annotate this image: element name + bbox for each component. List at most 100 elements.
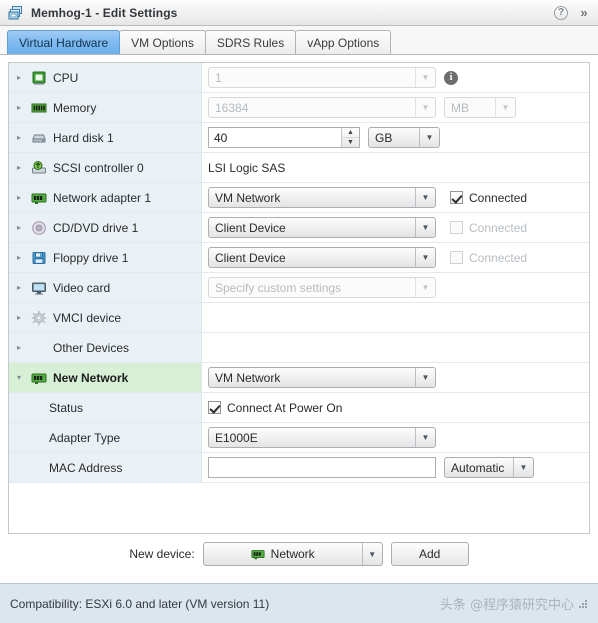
controller-type-text: LSI Logic SAS bbox=[208, 160, 286, 175]
device-label: SCSI controller 0 bbox=[53, 160, 144, 175]
stepper-up-icon[interactable]: ▲ bbox=[342, 128, 359, 138]
chevron-down-icon: ▼ bbox=[415, 68, 435, 87]
mac-address-input[interactable] bbox=[208, 457, 436, 478]
checkbox-box bbox=[450, 251, 463, 264]
table-row[interactable]: ▾ New Network VM Network ▼ bbox=[9, 363, 589, 393]
tab-vm-options[interactable]: VM Options bbox=[119, 30, 206, 54]
chevron-right-icon[interactable]: ▸ bbox=[17, 223, 29, 233]
table-row[interactable]: ▸ Network adapter 1 VM Network ▼ Connected bbox=[9, 183, 589, 213]
device-select[interactable]: VM Network ▼ bbox=[208, 187, 436, 208]
table-row[interactable]: ▸ CPU 1 ▼ i bbox=[9, 63, 589, 93]
table-row[interactable]: ▸ Memory 16384 ▼ MB ▼ bbox=[9, 93, 589, 123]
device-value-cell: 16384 ▼ MB ▼ bbox=[202, 93, 589, 122]
disk-size-value[interactable]: 40 bbox=[209, 128, 341, 147]
table-row[interactable]: Status Connect At Power On bbox=[9, 393, 589, 423]
connect-at-power-on-checkbox[interactable]: Connect At Power On bbox=[208, 401, 342, 415]
device-label-cell: ▸ Memory bbox=[9, 93, 202, 122]
add-device-button[interactable]: Add bbox=[390, 542, 469, 566]
chevron-down-icon[interactable]: ▼ bbox=[513, 458, 533, 477]
device-label-cell: ▸ SCSI controller 0 bbox=[9, 153, 202, 182]
chevron-right-icon[interactable]: ▸ bbox=[17, 253, 29, 263]
device-label: CPU bbox=[53, 70, 79, 85]
chevron-right-icon[interactable]: ▸ bbox=[17, 193, 29, 203]
device-label-cell: ▸ Video card bbox=[9, 273, 202, 302]
table-row[interactable]: ▸ Other Devices bbox=[9, 333, 589, 363]
checkbox-box[interactable] bbox=[450, 191, 463, 204]
device-label: VMCI device bbox=[53, 310, 122, 325]
device-select-value: 16384 bbox=[215, 100, 249, 115]
info-icon[interactable]: i bbox=[444, 70, 458, 85]
table-row[interactable]: ▸ VMCI device bbox=[9, 303, 589, 333]
device-select-value: VM Network bbox=[215, 190, 281, 205]
device-select[interactable]: E1000E ▼ bbox=[208, 427, 436, 448]
table-row[interactable]: Adapter Type E1000E ▼ bbox=[9, 423, 589, 453]
double-chevron-right-icon: » bbox=[580, 5, 588, 20]
chevron-down-icon[interactable]: ▼ bbox=[415, 428, 435, 447]
chevron-down-icon[interactable]: ▼ bbox=[415, 188, 435, 207]
cddvd-icon bbox=[32, 220, 46, 235]
device-label: MAC Address bbox=[49, 460, 123, 475]
device-select-value: 1 bbox=[215, 70, 222, 85]
device-value-cell: VM Network ▼ Connected bbox=[202, 183, 589, 212]
device-value-cell: Connect At Power On bbox=[202, 393, 589, 422]
device-label: New Network bbox=[53, 370, 129, 385]
chevron-right-icon[interactable]: ▸ bbox=[17, 163, 29, 173]
chevron-down-icon[interactable]: ▼ bbox=[415, 248, 435, 267]
chevron-down-icon[interactable]: ▾ bbox=[17, 373, 29, 383]
device-value-cell: E1000E ▼ bbox=[202, 423, 589, 452]
device-list: ▸ CPU 1 ▼ i ▸ Memory 16384 ▼ MB ▼ ▸ Hard disk 1 40 ▲ ▼ G… bbox=[9, 63, 589, 483]
device-select[interactable]: VM Network ▼ bbox=[208, 367, 436, 388]
device-value-cell: Automatic ▼ bbox=[202, 453, 589, 482]
stepper-down-icon[interactable]: ▼ bbox=[342, 138, 359, 148]
tab-vapp-options[interactable]: vApp Options bbox=[295, 30, 392, 54]
device-label: Other Devices bbox=[53, 340, 130, 355]
device-value-cell: LSI Logic SAS bbox=[202, 153, 589, 182]
unit-select[interactable]: GB ▼ bbox=[368, 127, 440, 148]
device-label-cell: ▸ Hard disk 1 bbox=[9, 123, 202, 152]
chevron-down-icon[interactable]: ▼ bbox=[415, 218, 435, 237]
chevron-right-icon[interactable]: ▸ bbox=[17, 313, 29, 323]
virtual-machine-icon bbox=[8, 5, 22, 19]
device-select: 1 ▼ bbox=[208, 67, 436, 88]
table-row[interactable]: ▸ Floppy drive 1 Client Device ▼ Connected bbox=[9, 243, 589, 273]
chevron-right-icon[interactable]: ▸ bbox=[17, 133, 29, 143]
chevron-right-icon[interactable]: ▸ bbox=[17, 103, 29, 113]
table-row[interactable]: ▸ SCSI controller 0 LSI Logic SAS bbox=[9, 153, 589, 183]
new-device-select[interactable]: Network ▼ bbox=[202, 542, 383, 566]
table-row[interactable]: MAC Address Automatic ▼ bbox=[9, 453, 589, 483]
disk-size-stepper[interactable]: 40 ▲ ▼ bbox=[208, 127, 360, 148]
resize-grip[interactable] bbox=[578, 599, 588, 609]
cpu-icon bbox=[32, 71, 46, 85]
stepper-buttons[interactable]: ▲ ▼ bbox=[341, 128, 359, 147]
device-select-value: Client Device bbox=[215, 220, 286, 235]
chevron-down-icon[interactable]: ▼ bbox=[419, 128, 439, 147]
table-row[interactable]: ▸ Hard disk 1 40 ▲ ▼ GB ▼ bbox=[9, 123, 589, 153]
tab-virtual-hardware[interactable]: Virtual Hardware bbox=[7, 30, 121, 54]
chevron-right-icon[interactable]: ▸ bbox=[17, 343, 29, 353]
status-bar: Compatibility: ESXi 6.0 and later (VM ve… bbox=[0, 583, 598, 623]
mac-mode-select-value: Automatic bbox=[451, 460, 505, 475]
device-select[interactable]: Client Device ▼ bbox=[208, 217, 436, 238]
device-select: Specify custom settings ▼ bbox=[208, 277, 436, 298]
expand-button[interactable]: » bbox=[576, 5, 592, 21]
device-value-cell bbox=[202, 333, 589, 362]
connected-checkbox[interactable]: Connected bbox=[450, 191, 527, 205]
device-value-cell: Specify custom settings ▼ bbox=[202, 273, 589, 302]
chevron-down-icon[interactable]: ▼ bbox=[415, 368, 435, 387]
table-row[interactable]: ▸ CD/DVD drive 1 Client Device ▼ Connected bbox=[9, 213, 589, 243]
chevron-right-icon[interactable]: ▸ bbox=[17, 283, 29, 293]
device-select[interactable]: Client Device ▼ bbox=[208, 247, 436, 268]
tab-sdrs-rules[interactable]: SDRS Rules bbox=[204, 30, 297, 54]
harddisk-icon bbox=[32, 134, 46, 142]
device-select-value: Client Device bbox=[215, 250, 286, 265]
table-row[interactable]: ▸ Video card Specify custom settings ▼ bbox=[9, 273, 589, 303]
chevron-right-icon[interactable]: ▸ bbox=[17, 73, 29, 83]
mac-mode-select[interactable]: Automatic ▼ bbox=[444, 457, 534, 478]
device-label: CD/DVD drive 1 bbox=[53, 220, 139, 235]
help-button[interactable]: ? bbox=[553, 5, 569, 21]
device-label: Adapter Type bbox=[49, 430, 121, 445]
chevron-down-icon[interactable]: ▼ bbox=[361, 543, 382, 565]
device-label-cell: ▸ Floppy drive 1 bbox=[9, 243, 202, 272]
checkbox-box[interactable] bbox=[208, 401, 221, 414]
